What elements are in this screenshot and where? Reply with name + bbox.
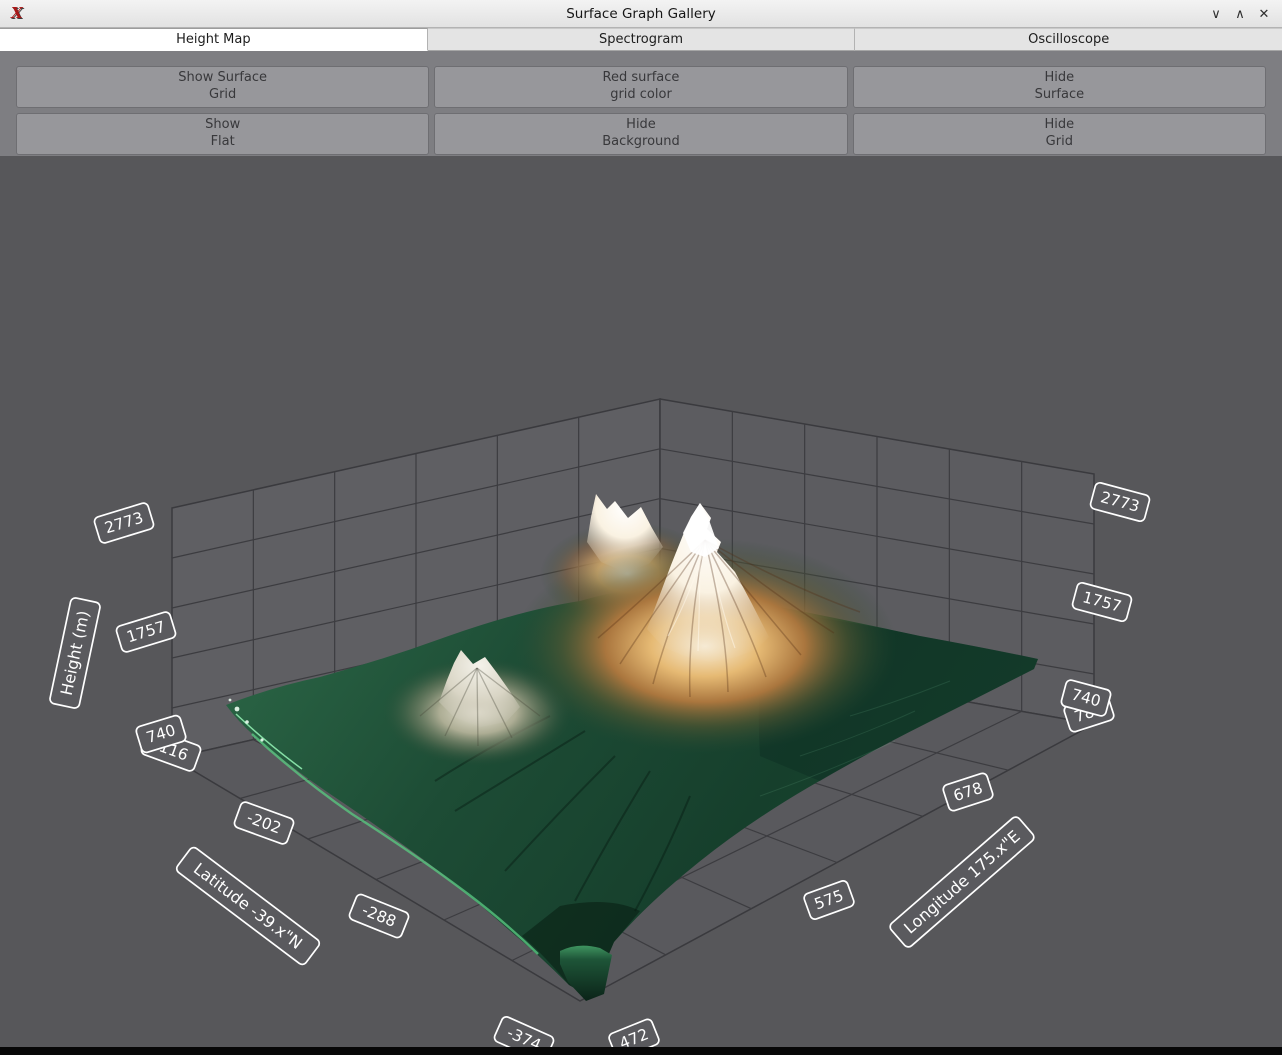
axis-title: Latitude -39.x"N [175,846,321,967]
axis-title: Height (m) [49,597,101,709]
axis-tick-label: -288 [348,893,410,939]
red-surface-grid-color-button[interactable]: Red surfacegrid color [434,66,847,108]
axis-tick-label: 472 [608,1018,661,1047]
close-button[interactable]: ✕ [1252,7,1276,22]
axis-title: Longitude 175.x"E [888,815,1036,949]
axis-tick-label: 2773 [93,502,154,544]
axis-tick-label: -374 [493,1015,555,1047]
axis-tick-label: 1757 [115,611,176,653]
tab-bar: Height MapSpectrogramOscilloscope [0,28,1282,51]
surface-plot-view[interactable]: -116-202-288-374781678575472277317577402… [0,156,1282,1047]
surface-chart: -116-202-288-374781678575472277317577402… [0,156,1282,1047]
tab-spectrogram[interactable]: Spectrogram [428,28,856,51]
show-flat-button[interactable]: ShowFlat [16,113,429,155]
show-surface-grid-button[interactable]: Show SurfaceGrid [16,66,429,108]
bottom-strip [0,1047,1282,1055]
tab-height-map[interactable]: Height Map [0,28,428,51]
window-title: Surface Graph Gallery [0,6,1282,22]
button-toolbar: Show SurfaceGridRed surfacegrid colorHid… [0,51,1282,156]
window-controls: ∨ ∧ ✕ [1204,0,1276,28]
axis-tick-label: 575 [803,879,855,920]
hide-surface-button[interactable]: HideSurface [853,66,1266,108]
app-window: X Surface Graph Gallery ∨ ∧ ✕ Height Map… [0,0,1282,1055]
axis-tick-label: 2773 [1089,482,1150,523]
maximize-button[interactable]: ∧ [1228,7,1252,22]
hide-background-button[interactable]: HideBackground [434,113,847,155]
svg-text:Latitude -39.x"N: Latitude -39.x"N [190,859,306,953]
hide-grid-button[interactable]: HideGrid [853,113,1266,155]
shade-button[interactable]: ∨ [1204,7,1228,22]
app-icon: X [8,4,26,22]
title-bar: X Surface Graph Gallery ∨ ∧ ✕ [0,0,1282,28]
tab-oscilloscope[interactable]: Oscilloscope [855,28,1282,51]
svg-text:Longitude 175.x"E: Longitude 175.x"E [900,827,1024,938]
